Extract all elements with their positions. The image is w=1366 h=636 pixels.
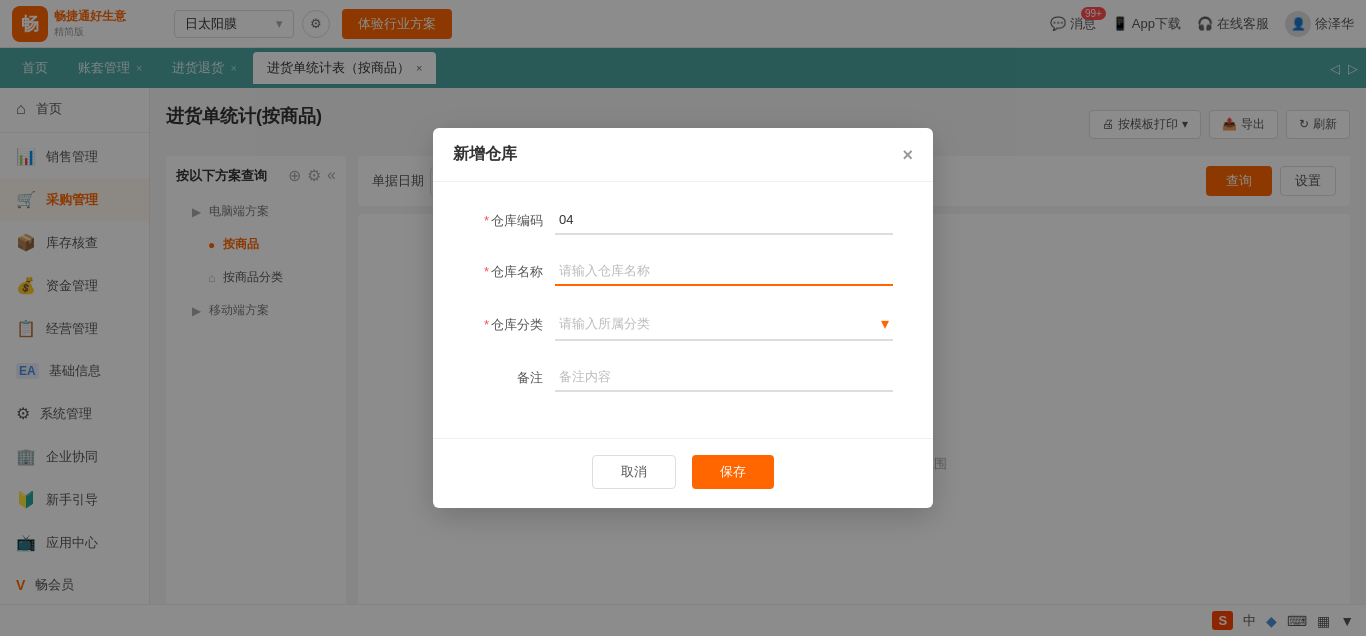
modal-body: *仓库编码 *仓库名称 *仓库分类 请输入所属分类 ▾ <box>433 182 933 438</box>
remark-row: 备注 <box>473 363 893 392</box>
modal-footer: 取消 保存 <box>433 438 933 505</box>
save-button[interactable]: 保存 <box>692 455 774 489</box>
modal-header: 新增仓库 × <box>433 128 933 182</box>
warehouse-category-select[interactable]: 请输入所属分类 ▾ <box>555 308 893 341</box>
warehouse-code-label: *仓库编码 <box>473 212 543 230</box>
warehouse-name-label: *仓库名称 <box>473 263 543 281</box>
warehouse-name-row: *仓库名称 <box>473 257 893 286</box>
warehouse-category-label: *仓库分类 <box>473 316 543 334</box>
warehouse-category-row: *仓库分类 请输入所属分类 ▾ <box>473 308 893 341</box>
remark-input[interactable] <box>555 363 893 392</box>
warehouse-code-input[interactable] <box>555 206 893 235</box>
modal-overlay: 新增仓库 × *仓库编码 *仓库名称 *仓库分类 <box>0 0 1366 636</box>
modal-close-button[interactable]: × <box>902 146 913 164</box>
cancel-button[interactable]: 取消 <box>592 455 676 489</box>
warehouse-code-row: *仓库编码 <box>473 206 893 235</box>
modal-title: 新增仓库 <box>453 144 517 165</box>
add-warehouse-modal: 新增仓库 × *仓库编码 *仓库名称 *仓库分类 <box>433 128 933 508</box>
warehouse-name-input[interactable] <box>555 257 893 286</box>
select-arrow-icon: ▾ <box>881 314 889 333</box>
remark-label: 备注 <box>473 369 543 387</box>
